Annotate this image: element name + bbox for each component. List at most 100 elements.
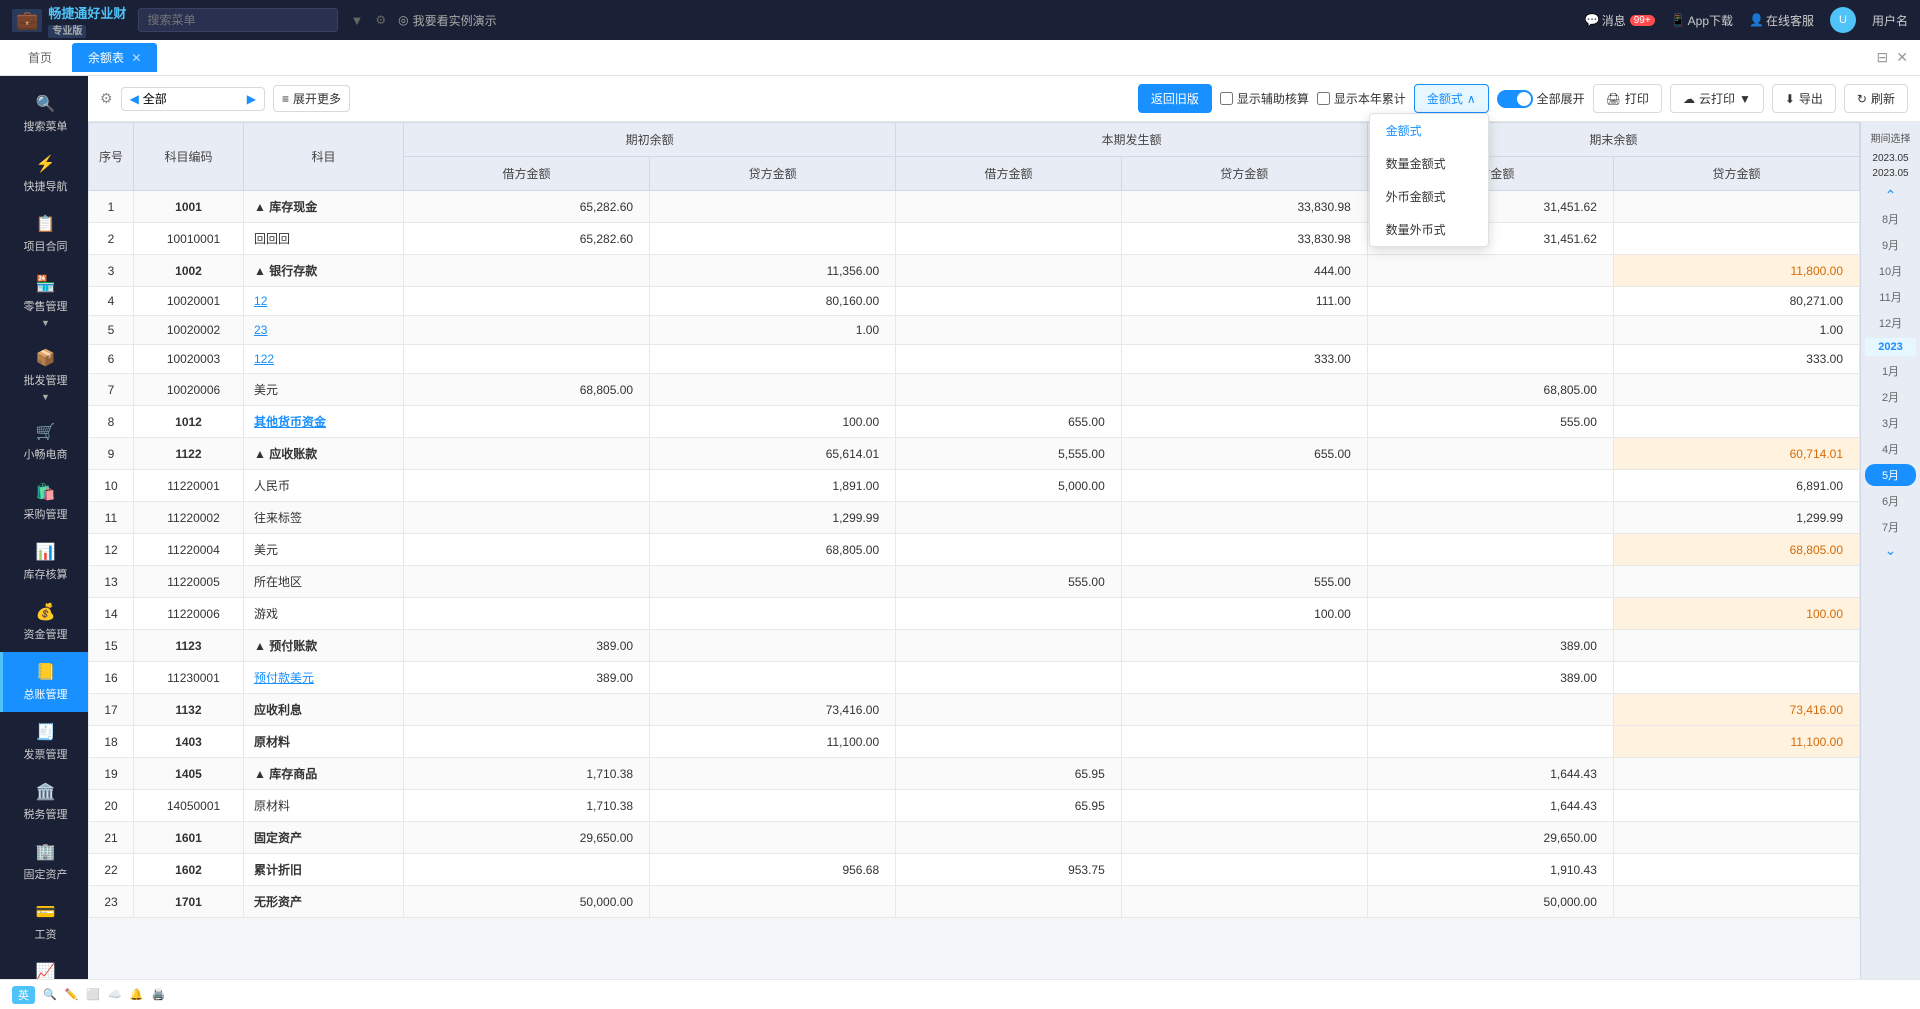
cell-no: 22: [89, 854, 134, 886]
demo-link[interactable]: ◎ 我要看实例演示: [398, 12, 497, 29]
show-year-total-checkbox[interactable]: 显示本年累计: [1317, 90, 1406, 107]
account-search-input[interactable]: [143, 92, 243, 106]
sidebar-item-ledger[interactable]: 📒 总账管理: [0, 652, 88, 712]
bottom-bar: 英 🔍 ✏️ ⬜ ☁️ 🔔 🖨️: [0, 979, 1920, 1009]
year-2023[interactable]: 2023: [1865, 338, 1916, 356]
month-10[interactable]: 10月: [1865, 260, 1916, 282]
cell-name[interactable]: 其他货币资金: [244, 406, 404, 438]
sidebar-item-wholesale[interactable]: 📦 批发管理 ▼: [0, 338, 88, 412]
sidebar-item-management[interactable]: 📈 经营管理: [0, 952, 88, 979]
cell-period-credit: 444.00: [1121, 255, 1367, 287]
tax-icon: 🏛️: [36, 782, 56, 802]
dropdown-arrow[interactable]: ▼: [350, 13, 363, 28]
sidebar-item-quicknav[interactable]: ⚡ 快捷导航: [0, 144, 88, 204]
cloud-print-label: 云打印: [1699, 90, 1735, 107]
month-1[interactable]: 1月: [1865, 360, 1916, 382]
cell-code: 10020006: [134, 374, 244, 406]
cloud-print-button[interactable]: ☁ 云打印 ▼: [1670, 84, 1764, 113]
return-old-button[interactable]: 返回旧版: [1138, 84, 1212, 113]
sidebar-label-ledger: 总账管理: [24, 686, 68, 702]
tab-close-button[interactable]: ✕: [131, 51, 141, 65]
sidebar-item-invoice[interactable]: 🧾 发票管理: [0, 712, 88, 772]
month-4[interactable]: 4月: [1865, 438, 1916, 460]
show-assist-checkbox[interactable]: 显示辅助核算: [1220, 90, 1309, 107]
expand-more-button[interactable]: ≡ 展开更多: [273, 85, 350, 112]
cell-open-debit: [404, 255, 650, 287]
message-button[interactable]: 💬 消息 99+: [1585, 12, 1655, 29]
export-button[interactable]: ⬇ 导出: [1772, 84, 1836, 113]
settings-icon[interactable]: ⚙: [375, 13, 386, 27]
month-9[interactable]: 9月: [1865, 234, 1916, 256]
assist-checkbox-input[interactable]: [1220, 92, 1233, 105]
sidebar-item-project[interactable]: 📋 项目合同: [0, 204, 88, 264]
tab-home[interactable]: 首页: [12, 43, 68, 72]
period-down-arrow[interactable]: ⌄: [1885, 542, 1897, 559]
refresh-button[interactable]: ↻ 刷新: [1844, 84, 1908, 113]
cell-name[interactable]: 12: [244, 287, 404, 316]
month-7[interactable]: 7月: [1865, 516, 1916, 538]
amount-style-dropdown[interactable]: 金额式 ∧ 金额式 数量金额式 外币金额式 数量外币式: [1414, 84, 1489, 113]
month-8[interactable]: 8月: [1865, 208, 1916, 230]
cell-close-debit: 389.00: [1367, 630, 1613, 662]
cell-close-debit: 29,650.00: [1367, 822, 1613, 854]
year-total-checkbox-input[interactable]: [1317, 92, 1330, 105]
sidebar-item-funds[interactable]: 💰 资金管理: [0, 592, 88, 652]
cell-period-debit: 65.95: [896, 758, 1122, 790]
account-search-box[interactable]: ◀ ▶: [121, 87, 265, 111]
table-settings-icon[interactable]: ⚙: [100, 90, 113, 107]
sidebar-item-ecommerce[interactable]: 🛒 小畅电商: [0, 412, 88, 472]
right-arrow-icon[interactable]: ▶: [247, 92, 256, 106]
avatar[interactable]: U: [1830, 7, 1856, 33]
month-11[interactable]: 11月: [1865, 286, 1916, 308]
amount-option-1[interactable]: 金额式: [1370, 114, 1488, 147]
cell-name[interactable]: 23: [244, 316, 404, 345]
tab-close-all-icon[interactable]: ✕: [1896, 49, 1908, 66]
cloud-sync-icon[interactable]: ☁️: [108, 988, 122, 1001]
app-download-button[interactable]: 📱 App下载: [1671, 12, 1733, 29]
lang-switch[interactable]: 英: [12, 986, 35, 1004]
cell-period-debit: [896, 374, 1122, 406]
cell-close-credit: 11,800.00: [1613, 255, 1859, 287]
sidebar-item-assets[interactable]: 🏢 固定资产: [0, 832, 88, 892]
left-arrow-icon[interactable]: ◀: [130, 92, 139, 106]
square-icon[interactable]: ⬜: [86, 988, 100, 1001]
period-up-arrow[interactable]: ⌃: [1885, 187, 1897, 204]
cell-close-credit: 11,100.00: [1613, 726, 1859, 758]
amount-option-2[interactable]: 数量金额式: [1370, 147, 1488, 180]
online-service-button[interactable]: 👤 在线客服: [1749, 12, 1814, 29]
sidebar-item-tax[interactable]: 🏛️ 税务管理: [0, 772, 88, 832]
print-button[interactable]: 🖨 打印: [1593, 84, 1662, 113]
cell-no: 1: [89, 191, 134, 223]
sidebar-item-inventory[interactable]: 📊 库存核算: [0, 532, 88, 592]
search-input[interactable]: [138, 8, 338, 32]
cell-open-debit: 389.00: [404, 630, 650, 662]
month-6[interactable]: 6月: [1865, 490, 1916, 512]
month-3[interactable]: 3月: [1865, 412, 1916, 434]
sidebar-item-search[interactable]: 🔍 搜索菜单: [0, 84, 88, 144]
amount-option-3[interactable]: 外币金额式: [1370, 180, 1488, 213]
cell-open-debit: 50,000.00: [404, 886, 650, 918]
sidebar-item-retail[interactable]: 🏪 零售管理 ▼: [0, 264, 88, 338]
print-bottom-icon[interactable]: 🖨️: [152, 988, 166, 1001]
cell-code: 11220002: [134, 502, 244, 534]
bell-icon[interactable]: 🔔: [130, 988, 144, 1001]
cell-name[interactable]: 122: [244, 345, 404, 374]
month-12[interactable]: 12月: [1865, 312, 1916, 334]
tab-balance[interactable]: 余额表 ✕: [72, 43, 157, 72]
amount-option-4[interactable]: 数量外币式: [1370, 213, 1488, 246]
search-box[interactable]: [138, 8, 338, 32]
cell-code: 10020002: [134, 316, 244, 345]
sidebar-label-search: 搜索菜单: [24, 118, 68, 134]
edit-icon[interactable]: ✏️: [65, 988, 79, 1001]
table-row: 231701无形资产50,000.0050,000.00: [89, 886, 1860, 918]
expand-all-toggle[interactable]: [1497, 90, 1533, 108]
month-2[interactable]: 2月: [1865, 386, 1916, 408]
cell-code: 1602: [134, 854, 244, 886]
sidebar-item-salary[interactable]: 💳 工资: [0, 892, 88, 952]
zoom-icon[interactable]: 🔍: [43, 988, 57, 1001]
month-5[interactable]: 5月: [1865, 464, 1916, 486]
tab-restore-icon[interactable]: ⊟: [1877, 49, 1889, 66]
sidebar-item-purchase[interactable]: 🛍️ 采购管理: [0, 472, 88, 532]
amount-style-button[interactable]: 金额式 ∧: [1414, 84, 1489, 113]
cell-name[interactable]: 预付款美元: [244, 662, 404, 694]
